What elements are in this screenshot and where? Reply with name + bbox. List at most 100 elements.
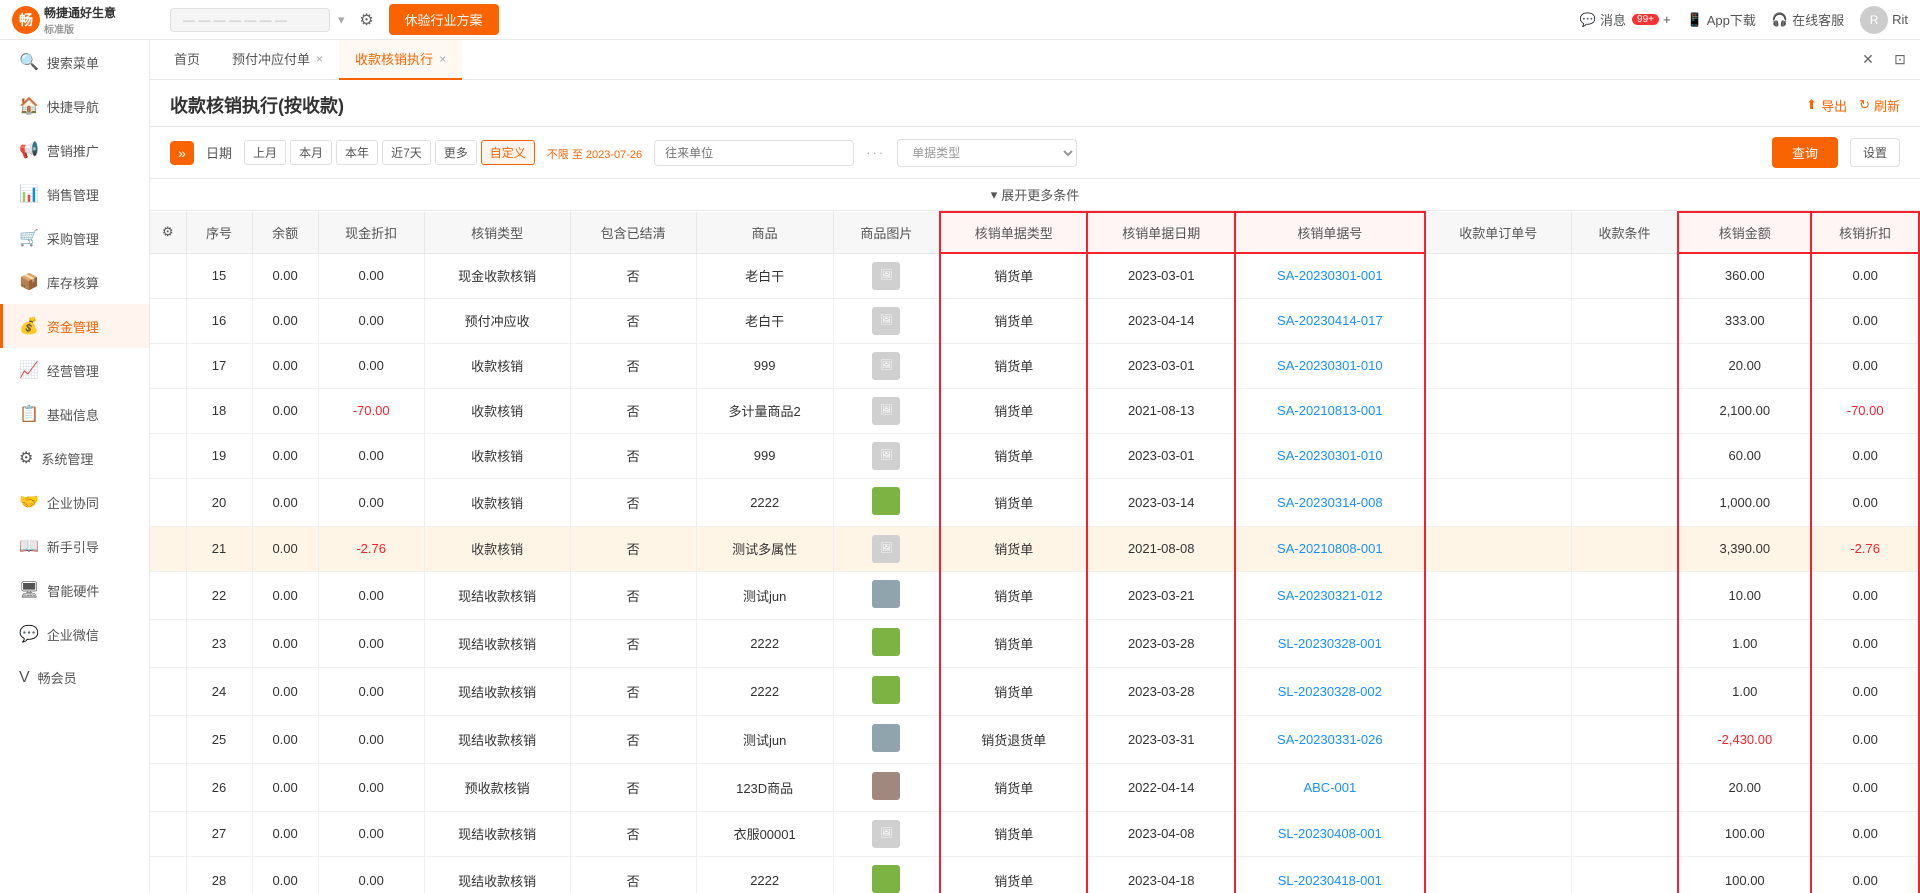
sidebar-item-collab[interactable]: 🤝 企业协同 [0,480,149,524]
sidebar-item-label: 营销推广 [47,141,99,160]
cell-write-off-no[interactable]: SA-20210813-001 [1235,388,1425,433]
online-service-item[interactable]: 🎧 在线客服 [1772,10,1844,29]
write-off-no-link[interactable]: SL-20230328-001 [1278,636,1382,651]
refresh-btn[interactable]: ↻ 刷新 [1859,96,1900,115]
cell-write-off-no[interactable]: SA-20230301-010 [1235,433,1425,478]
cell-balance: 0.00 [252,298,318,343]
date-more[interactable]: 更多 [435,140,477,165]
write-off-no-link[interactable]: SA-20210808-001 [1277,541,1383,556]
solution-btn[interactable]: 休验行业方案 [389,4,499,35]
tab-close-btn[interactable]: ✕ [1856,48,1880,72]
write-off-no-link[interactable]: SA-20210813-001 [1277,403,1383,418]
tab-prepay[interactable]: 预付冲应付单 × [216,40,339,80]
company-selector[interactable]: — — — — — — — [170,8,330,32]
user-area[interactable]: R Rit [1860,6,1908,34]
filter-settings-btn[interactable]: 设置 [1850,138,1900,167]
write-off-no-link[interactable]: SA-20230321-012 [1277,588,1383,603]
settings-icon[interactable]: ⚙ [353,6,381,34]
table-row: 17 0.00 0.00 收款核销 否 999 🖼 销货单 2023-03-01… [150,343,1919,388]
date-custom[interactable]: 自定义 [481,140,535,165]
cell-write-off-no[interactable]: SA-20210808-001 [1235,526,1425,571]
sidebar-item-member[interactable]: V 畅会员 [0,656,149,699]
sidebar-item-label: 库存核算 [47,273,99,292]
cell-write-off-no[interactable]: SA-20230301-010 [1235,343,1425,388]
tab-restore-btn[interactable]: ⊡ [1888,48,1912,72]
receipt-type-select[interactable]: 单据类型 [897,139,1077,167]
cell-receipt-condition [1571,526,1678,571]
table-container[interactable]: ⚙ 序号 余额 现金折扣 核销类型 包含已结清 商品 商品图片 核销单据类型 核… [150,211,1920,893]
cell-write-off-bill-type: 销货单 [940,811,1087,856]
expand-more-btn[interactable]: ▾ 展开更多条件 [991,185,1080,204]
cell-receipt-condition [1571,856,1678,893]
sidebar-item-system[interactable]: ⚙ 系统管理 [0,436,149,480]
tab-home[interactable]: 首页 [158,40,216,80]
cell-product: 2222 [696,478,833,526]
date-this-month[interactable]: 本月 [290,140,332,165]
cell-balance: 0.00 [252,715,318,763]
sidebar-item-wechat[interactable]: 💬 企业微信 [0,612,149,656]
chevron-down-icon[interactable]: ▾ [338,12,345,28]
write-off-no-link[interactable]: SA-20230301-010 [1277,448,1383,463]
cell-receipt-order-no [1425,667,1572,715]
sidebar-item-purchase[interactable]: 🛒 采购管理 [0,216,149,260]
cell-product-img: 🖼 [833,811,940,856]
page-content: 收款核销执行(按收款) ⬆ 导出 ↻ 刷新 » 日期 上月 [150,80,1920,893]
sidebar-item-inventory[interactable]: 📦 库存核算 [0,260,149,304]
write-off-no-link[interactable]: SL-20230328-002 [1278,684,1382,699]
export-btn[interactable]: ⬆ 导出 [1806,96,1847,115]
filter-expand-btn[interactable]: » [170,141,194,165]
wechat-icon: 💬 [19,624,39,644]
cell-write-off-no[interactable]: SA-20230301-001 [1235,253,1425,298]
sidebar-item-finance[interactable]: 💰 资金管理 [0,304,149,348]
write-off-no-link[interactable]: SA-20230301-001 [1277,268,1383,283]
sidebar-item-guide[interactable]: 📖 新手引导 [0,524,149,568]
write-off-no-link[interactable]: SL-20230408-001 [1278,826,1382,841]
cell-write-off-no[interactable]: SL-20230328-002 [1235,667,1425,715]
sidebar-item-nav[interactable]: 🏠 快捷导航 [0,84,149,128]
write-off-no-link[interactable]: ABC-001 [1303,780,1356,795]
th-included-settled: 包含已结清 [570,212,696,253]
cell-write-off-discount: 0.00 [1811,571,1919,619]
cell-product: 多计量商品2 [696,388,833,433]
write-off-no-link[interactable]: SA-20230414-017 [1277,313,1383,328]
th-settings[interactable]: ⚙ [150,212,186,253]
sidebar-item-management[interactable]: 📈 经营管理 [0,348,149,392]
sidebar-item-basic[interactable]: 📋 基础信息 [0,392,149,436]
cell-write-off-no[interactable]: SA-20230331-026 [1235,715,1425,763]
tab-prepay-close[interactable]: × [316,52,323,66]
cell-write-off-no[interactable]: SL-20230408-001 [1235,811,1425,856]
message-item[interactable]: 💬 消息 99+ + [1580,10,1671,29]
app-download-item[interactable]: 📱 App下载 [1687,10,1756,29]
write-off-no-link[interactable]: SA-20230314-008 [1277,495,1383,510]
cell-write-off-no[interactable]: SA-20230414-017 [1235,298,1425,343]
cell-write-off-no[interactable]: SA-20230321-012 [1235,571,1425,619]
cell-write-off-type: 预收款核销 [424,763,570,811]
cell-write-off-no[interactable]: SL-20230328-001 [1235,619,1425,667]
date-last-month[interactable]: 上月 [244,140,286,165]
tab-writeoff[interactable]: 收款核销执行 × [339,40,462,80]
write-off-no-link[interactable]: SA-20230301-010 [1277,358,1383,373]
cell-receipt-order-no [1425,715,1572,763]
cell-write-off-discount: 0.00 [1811,763,1919,811]
cell-product: 老白干 [696,298,833,343]
cell-write-off-no[interactable]: ABC-001 [1235,763,1425,811]
date-this-year[interactable]: 本年 [336,140,378,165]
cell-write-off-amount: 100.00 [1678,856,1811,893]
sidebar-item-label: 快捷导航 [47,97,99,116]
sidebar-item-search[interactable]: 🔍 搜索菜单 [0,40,149,84]
sidebar-item-sales[interactable]: 📊 销售管理 [0,172,149,216]
cell-write-off-date: 2023-03-31 [1087,715,1234,763]
sidebar-item-hardware[interactable]: 🖥 智能硬件 [0,568,149,612]
cell-cash-discount: 0.00 [318,715,424,763]
query-btn[interactable]: 查询 [1772,137,1838,168]
tab-writeoff-close[interactable]: × [439,52,446,66]
sidebar-item-marketing[interactable]: 📢 营销推广 [0,128,149,172]
cell-write-off-no[interactable]: SA-20230314-008 [1235,478,1425,526]
cell-write-off-date: 2023-04-18 [1087,856,1234,893]
cell-balance: 0.00 [252,343,318,388]
write-off-no-link[interactable]: SL-20230418-001 [1278,873,1382,888]
date-7days[interactable]: 近7天 [382,140,431,165]
cell-write-off-no[interactable]: SL-20230418-001 [1235,856,1425,893]
from-unit-input[interactable] [654,140,854,166]
write-off-no-link[interactable]: SA-20230331-026 [1277,732,1383,747]
